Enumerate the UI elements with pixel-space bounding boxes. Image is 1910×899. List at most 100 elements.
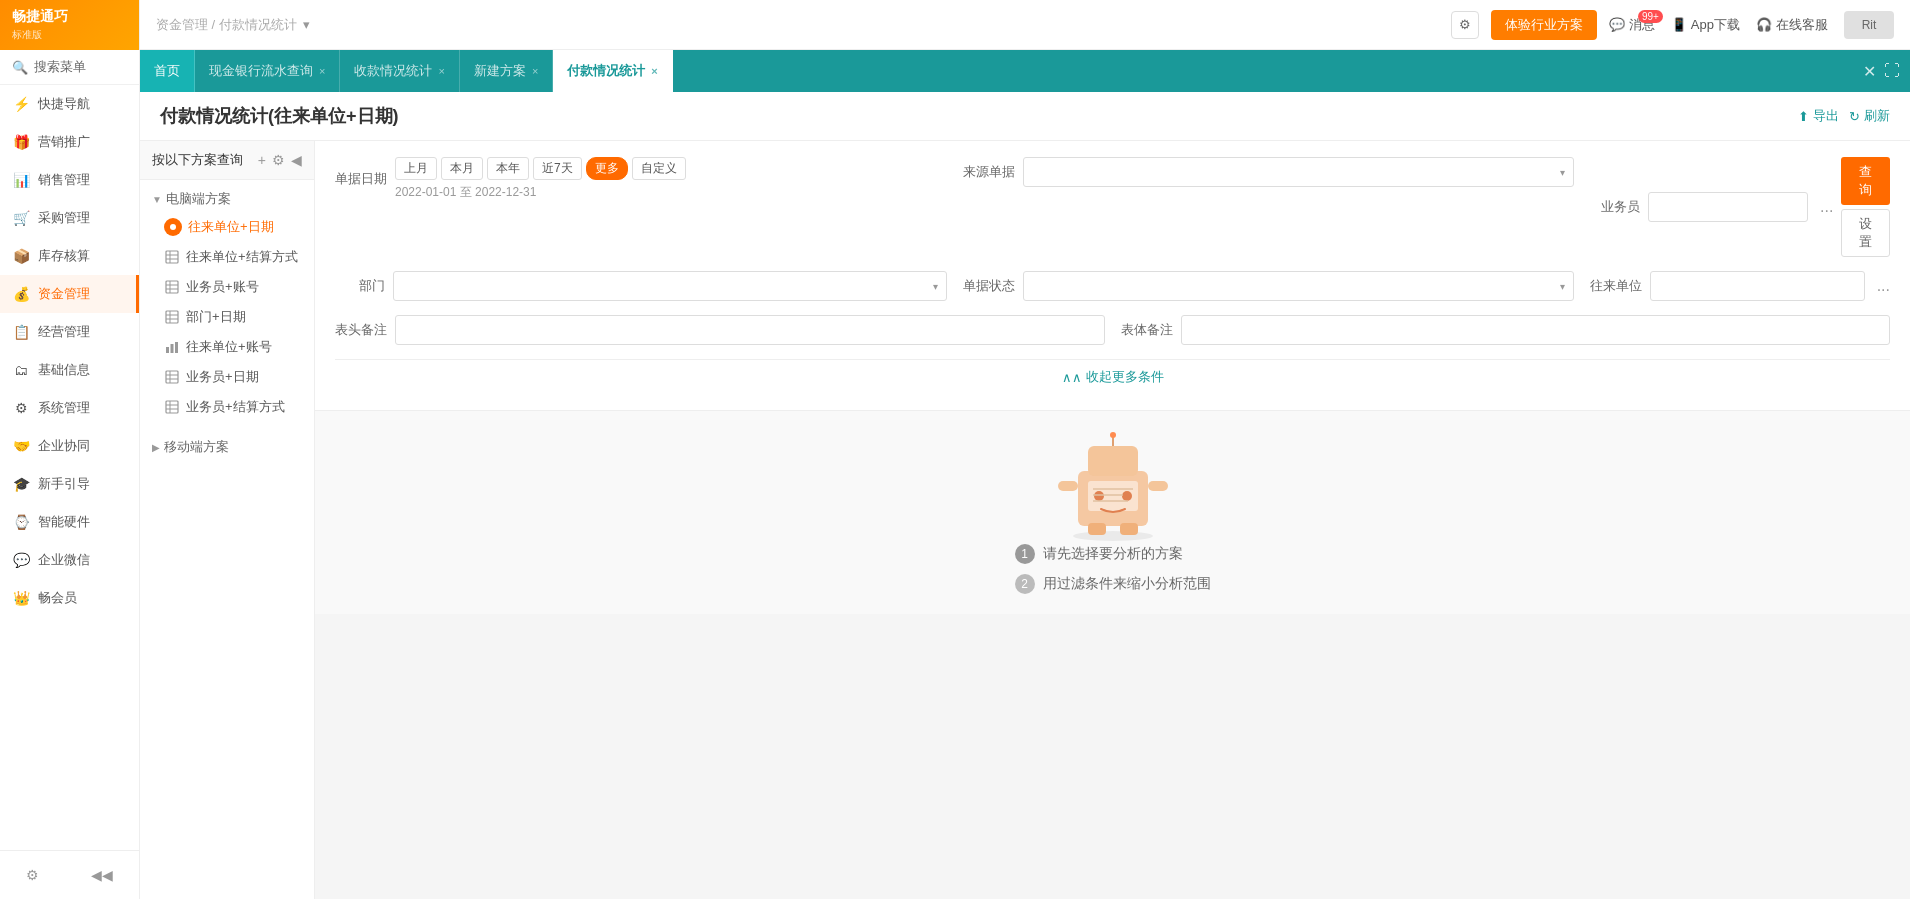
header-note-label: 表头备注 — [335, 321, 387, 339]
staff-input[interactable] — [1648, 192, 1808, 222]
trial-btn[interactable]: 体验行业方案 — [1491, 10, 1597, 40]
dept-select[interactable]: ▾ — [393, 271, 947, 301]
sidebar-item-guide[interactable]: 🎓 新手引导 — [0, 465, 139, 503]
nav-label: 营销推广 — [38, 133, 90, 151]
tip-text-1: 请先选择要分析的方案 — [1043, 545, 1183, 563]
svg-rect-32 — [1148, 481, 1168, 491]
scheme-settings-btn[interactable]: ⚙ — [272, 152, 285, 168]
svg-rect-13 — [171, 344, 174, 353]
sidebar-item-purchase[interactable]: 🛒 采购管理 — [0, 199, 139, 237]
svg-point-26 — [1094, 491, 1104, 501]
collapse-label: 收起更多条件 — [1086, 368, 1164, 386]
mobile-group-header[interactable]: ▶ 移动端方案 — [140, 434, 314, 460]
svg-rect-8 — [166, 311, 178, 323]
scheme-add-btn[interactable]: + — [258, 152, 266, 168]
date-this-month-btn[interactable]: 本月 — [441, 157, 483, 180]
guide-icon: 🎓 — [12, 475, 30, 493]
scheme-item-unit-account[interactable]: 往来单位+账号 — [140, 332, 314, 362]
sidebar-item-member[interactable]: 👑 畅会员 — [0, 579, 139, 617]
tab-bank-flow[interactable]: 现金银行流水查询 × — [195, 50, 340, 92]
export-btn[interactable]: ⬆ 导出 — [1798, 107, 1839, 125]
status-select[interactable]: ▾ — [1023, 271, 1575, 301]
tabbar: 首页 现金银行流水查询 × 收款情况统计 × 新建方案 × 付款情况统计 × ✕… — [140, 50, 1910, 92]
filter-settings-btn[interactable]: 设置 — [1841, 209, 1890, 257]
nav-label: 库存核算 — [38, 247, 90, 265]
sidebar-item-marketing[interactable]: 🎁 营销推广 — [0, 123, 139, 161]
date-7days-btn[interactable]: 近7天 — [533, 157, 582, 180]
scheme-collapse-btn[interactable]: ◀ — [291, 152, 302, 168]
scheme-item-unit-date[interactable]: 往来单位+日期 — [140, 212, 314, 242]
body-note-input[interactable] — [1181, 315, 1891, 345]
tab-new-scheme[interactable]: 新建方案 × — [460, 50, 553, 92]
sidebar-settings-btn[interactable]: ⚙ — [20, 861, 45, 889]
sidebar-search[interactable]: 🔍 搜索菜单 — [0, 50, 139, 85]
staff-more-btn[interactable]: ... — [1820, 198, 1833, 216]
scheme-item-staff-account[interactable]: 业务员+账号 — [140, 272, 314, 302]
date-last-month-btn[interactable]: 上月 — [395, 157, 437, 180]
date-range-text: 2022-01-01 至 2022-12-31 — [395, 184, 686, 201]
query-btn[interactable]: 查询 — [1841, 157, 1890, 205]
sidebar-item-sales[interactable]: 📊 销售管理 — [0, 161, 139, 199]
status-field: 单据状态 ▾ — [963, 271, 1575, 301]
topbar-settings-btn[interactable]: ⚙ — [1451, 11, 1479, 39]
sidebar-collapse-btn[interactable]: ◀◀ — [85, 861, 119, 889]
refresh-btn[interactable]: ↻ 刷新 — [1849, 107, 1890, 125]
svg-rect-34 — [1120, 523, 1138, 535]
scheme-item-label: 往来单位+结算方式 — [186, 248, 298, 266]
collapse-btn[interactable]: ∧∧ 收起更多条件 — [335, 359, 1890, 394]
tab-close-all-btn[interactable]: ✕ — [1863, 62, 1876, 81]
scheme-item-staff-date[interactable]: 业务员+日期 — [140, 362, 314, 392]
scheme-item-staff-settle[interactable]: 业务员+结算方式 — [140, 392, 314, 422]
sidebar-item-hardware[interactable]: ⌚ 智能硬件 — [0, 503, 139, 541]
sidebar-item-operations[interactable]: 📋 经营管理 — [0, 313, 139, 351]
scheme-panel-tools: + ⚙ ◀ — [258, 152, 302, 168]
tab-home[interactable]: 首页 — [140, 50, 195, 92]
source-label: 来源单据 — [963, 163, 1015, 181]
nav-label: 采购管理 — [38, 209, 90, 227]
tab-close-bank-flow[interactable]: × — [319, 65, 325, 77]
tab-payment-stats[interactable]: 付款情况统计 × — [553, 50, 672, 92]
nav-label: 基础信息 — [38, 361, 90, 379]
topbar-dropdown-icon[interactable]: ▾ — [303, 17, 310, 32]
sidebar-item-system[interactable]: ⚙ 系统管理 — [0, 389, 139, 427]
group-arrow-icon: ▶ — [152, 442, 160, 453]
scheme-item-unit-settle[interactable]: 往来单位+结算方式 — [140, 242, 314, 272]
date-this-year-btn[interactable]: 本年 — [487, 157, 529, 180]
date-more-btn[interactable]: 更多 — [586, 157, 628, 180]
sidebar-item-capital[interactable]: 💰 资金管理 — [0, 275, 139, 313]
desktop-group-header[interactable]: ▼ 电脑端方案 — [140, 186, 314, 212]
sidebar-item-cooperation[interactable]: 🤝 企业协同 — [0, 427, 139, 465]
header-note-input[interactable] — [395, 315, 1105, 345]
source-select[interactable]: ▾ — [1023, 157, 1575, 187]
svg-rect-33 — [1088, 523, 1106, 535]
sidebar-item-quick-nav[interactable]: ⚡ 快捷导航 — [0, 85, 139, 123]
user-avatar[interactable]: Rit — [1844, 11, 1894, 39]
scheme-item-dept-date[interactable]: 部门+日期 — [140, 302, 314, 332]
sidebar-item-basic-info[interactable]: 🗂 基础信息 — [0, 351, 139, 389]
nav-label: 系统管理 — [38, 399, 90, 417]
wechat-icon: 💬 — [12, 551, 30, 569]
unit-more-btn[interactable]: ... — [1877, 277, 1890, 295]
tab-close-new-scheme[interactable]: × — [532, 65, 538, 77]
tab-expand-btn[interactable]: ⛶ — [1884, 62, 1900, 80]
sidebar-item-wechat[interactable]: 💬 企业微信 — [0, 541, 139, 579]
page-header: 付款情况统计(往来单位+日期) ⬆ 导出 ↻ 刷新 — [140, 92, 1910, 141]
service-btn[interactable]: 🎧 在线客服 — [1756, 16, 1828, 34]
date-custom-btn[interactable]: 自定义 — [632, 157, 686, 180]
svg-rect-28 — [1088, 446, 1138, 476]
message-btn[interactable]: 💬 消息 99+ — [1609, 16, 1655, 34]
date-buttons: 上月 本月 本年 近7天 更多 自定义 — [395, 157, 686, 180]
unit-input[interactable] — [1650, 271, 1865, 301]
payment-stats-tab-label: 付款情况统计 — [567, 62, 645, 80]
receipt-stats-tab-label: 收款情况统计 — [354, 62, 432, 80]
tab-close-receipt-stats[interactable]: × — [438, 65, 444, 77]
tab-close-payment-stats[interactable]: × — [651, 65, 657, 77]
tab-receipt-stats[interactable]: 收款情况统计 × — [340, 50, 459, 92]
nav-label: 经营管理 — [38, 323, 90, 341]
scheme-item-label: 部门+日期 — [186, 308, 246, 326]
svg-rect-19 — [166, 401, 178, 413]
sidebar-item-inventory[interactable]: 📦 库存核算 — [0, 237, 139, 275]
app-download-btn[interactable]: 📱 App下载 — [1671, 16, 1740, 34]
sidebar-logo: 畅捷通巧 — [12, 8, 68, 26]
date-field: 单据日期 上月 本月 本年 近7天 更多 自定义 20 — [335, 157, 947, 201]
